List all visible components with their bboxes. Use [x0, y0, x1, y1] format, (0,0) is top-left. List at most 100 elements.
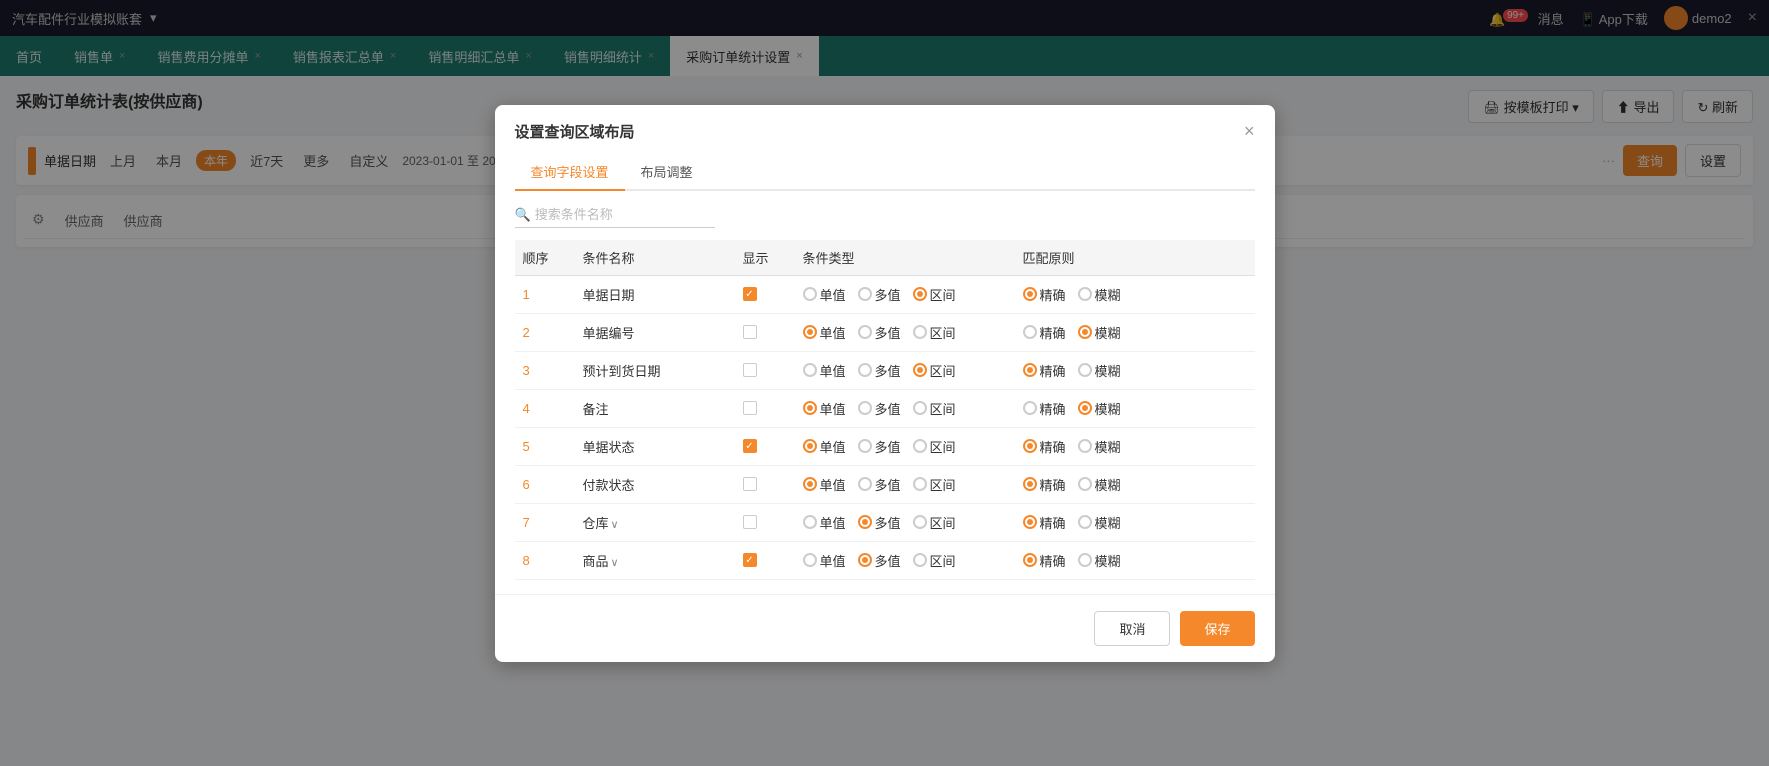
cell-match: 精确 模糊: [1015, 399, 1215, 418]
radio-type-single[interactable]: 单值: [803, 285, 846, 304]
radio-label-range: 区间: [930, 399, 956, 418]
tab-query-fields[interactable]: 查询字段设置: [515, 154, 625, 191]
radio-type-range[interactable]: 区间: [913, 551, 956, 570]
cell-display[interactable]: [735, 401, 795, 415]
radio-type-range[interactable]: 区间: [913, 513, 956, 532]
radio-label-match-fuzzy: 模糊: [1095, 285, 1121, 304]
radio-label-match-fuzzy: 模糊: [1095, 513, 1121, 532]
display-checkbox[interactable]: [743, 363, 757, 377]
row-number: 3: [523, 363, 530, 378]
cell-name: 预计到货日期: [575, 361, 735, 380]
radio-type-range[interactable]: 区间: [913, 475, 956, 494]
row-number: 7: [523, 515, 530, 530]
cell-match: 精确模糊: [1015, 475, 1215, 494]
cell-display[interactable]: ✓: [735, 553, 795, 567]
table-row: 9属性∨单值多值区间精确模糊: [515, 580, 1255, 586]
radio-match-exact[interactable]: 精确: [1023, 399, 1066, 418]
radio-circle-single: [803, 515, 817, 529]
radio-match-fuzzy[interactable]: 模糊: [1078, 285, 1121, 304]
expand-icon[interactable]: ∨: [611, 557, 619, 569]
radio-label-match-fuzzy: 模糊: [1095, 399, 1121, 418]
dialog-table: 顺序 条件名称 显示 条件类型 匹配原则 1单据日期✓单值多值区间精确模糊2单据…: [495, 240, 1275, 586]
radio-type-single[interactable]: 单值: [803, 551, 846, 570]
overlay: 设置查询区域布局 × 查询字段设置 布局调整 🔍 顺序 条件名称 显示: [0, 0, 1769, 766]
display-checkbox[interactable]: ✓: [743, 553, 757, 567]
display-checkbox[interactable]: ✓: [743, 287, 757, 301]
condition-name: 单据编号: [583, 326, 635, 341]
radio-match-fuzzy[interactable]: 模糊: [1078, 399, 1121, 418]
radio-type-single[interactable]: 单值: [803, 437, 846, 456]
radio-type-single[interactable]: 单值: [803, 361, 846, 380]
radio-type-multi[interactable]: 多值: [858, 323, 901, 342]
radio-circle-single: [803, 363, 817, 377]
radio-type-range[interactable]: 区间: [913, 323, 956, 342]
radio-match-fuzzy[interactable]: 模糊: [1078, 323, 1121, 342]
radio-circle-match-fuzzy: [1078, 325, 1092, 339]
radio-type-single[interactable]: 单值: [803, 323, 846, 342]
cell-display[interactable]: ✓: [735, 287, 795, 301]
display-checkbox[interactable]: [743, 325, 757, 339]
expand-icon[interactable]: ∨: [611, 519, 619, 531]
radio-type-range[interactable]: 区间: [913, 399, 956, 418]
radio-type-multi[interactable]: 多值: [858, 551, 901, 570]
radio-match-exact[interactable]: 精确: [1023, 513, 1066, 532]
radio-circle-multi: [858, 439, 872, 453]
display-checkbox[interactable]: [743, 401, 757, 415]
radio-match-fuzzy[interactable]: 模糊: [1078, 513, 1121, 532]
radio-match-fuzzy[interactable]: 模糊: [1078, 361, 1121, 380]
radio-type-multi[interactable]: 多值: [858, 285, 901, 304]
radio-match-exact[interactable]: 精确: [1023, 323, 1066, 342]
cell-match: 精确模糊: [1015, 361, 1215, 380]
radio-label-range: 区间: [930, 513, 956, 532]
radio-circle-match-exact: [1023, 325, 1037, 339]
cell-display[interactable]: [735, 325, 795, 339]
table-row: 6付款状态单值多值区间精确模糊: [515, 466, 1255, 504]
save-button[interactable]: 保存: [1180, 611, 1254, 646]
cell-display[interactable]: [735, 515, 795, 529]
radio-match-fuzzy[interactable]: 模糊: [1078, 475, 1121, 494]
cell-order: 1: [515, 287, 575, 302]
radio-type-single[interactable]: 单值: [803, 399, 846, 418]
radio-type-single[interactable]: 单值: [803, 475, 846, 494]
radio-circle-match-fuzzy: [1078, 515, 1092, 529]
radio-match-exact[interactable]: 精确: [1023, 475, 1066, 494]
radio-match-exact[interactable]: 精确: [1023, 361, 1066, 380]
display-checkbox[interactable]: [743, 477, 757, 491]
radio-type-range[interactable]: 区间: [913, 437, 956, 456]
radio-label-range: 区间: [930, 285, 956, 304]
display-checkbox[interactable]: ✓: [743, 439, 757, 453]
radio-match-fuzzy[interactable]: 模糊: [1078, 551, 1121, 570]
radio-label-match-exact: 精确: [1040, 437, 1066, 456]
dialog-footer: 取消 保存: [495, 594, 1275, 662]
radio-type-multi[interactable]: 多值: [858, 361, 901, 380]
radio-type-range[interactable]: 区间: [913, 285, 956, 304]
search-input[interactable]: [535, 207, 695, 222]
table-row: 8商品∨✓单值多值区间精确模糊: [515, 542, 1255, 580]
tab-layout[interactable]: 布局调整: [625, 154, 709, 191]
cell-display[interactable]: [735, 477, 795, 491]
radio-label-match-exact: 精确: [1040, 361, 1066, 380]
radio-circle-match-exact: [1023, 553, 1037, 567]
radio-circle-match-fuzzy: [1078, 439, 1092, 453]
cell-type: 单值多值 区间: [795, 513, 1015, 532]
radio-label-multi: 多值: [875, 475, 901, 494]
radio-type-multi[interactable]: 多值: [858, 513, 901, 532]
radio-match-exact[interactable]: 精确: [1023, 437, 1066, 456]
radio-circle-range: [913, 515, 927, 529]
radio-type-range[interactable]: 区间: [913, 361, 956, 380]
radio-label-single: 单值: [820, 475, 846, 494]
cancel-button[interactable]: 取消: [1094, 611, 1170, 646]
radio-circle-match-fuzzy: [1078, 401, 1092, 415]
dialog-close-button[interactable]: ×: [1244, 121, 1255, 142]
radio-type-multi[interactable]: 多值: [858, 437, 901, 456]
radio-match-exact[interactable]: 精确: [1023, 551, 1066, 570]
radio-type-single[interactable]: 单值: [803, 513, 846, 532]
cell-display[interactable]: [735, 363, 795, 377]
display-checkbox[interactable]: [743, 515, 757, 529]
radio-type-multi[interactable]: 多值: [858, 399, 901, 418]
cell-display[interactable]: ✓: [735, 439, 795, 453]
radio-type-multi[interactable]: 多值: [858, 475, 901, 494]
radio-match-fuzzy[interactable]: 模糊: [1078, 437, 1121, 456]
radio-match-exact[interactable]: 精确: [1023, 285, 1066, 304]
radio-circle-match-exact: [1023, 363, 1037, 377]
